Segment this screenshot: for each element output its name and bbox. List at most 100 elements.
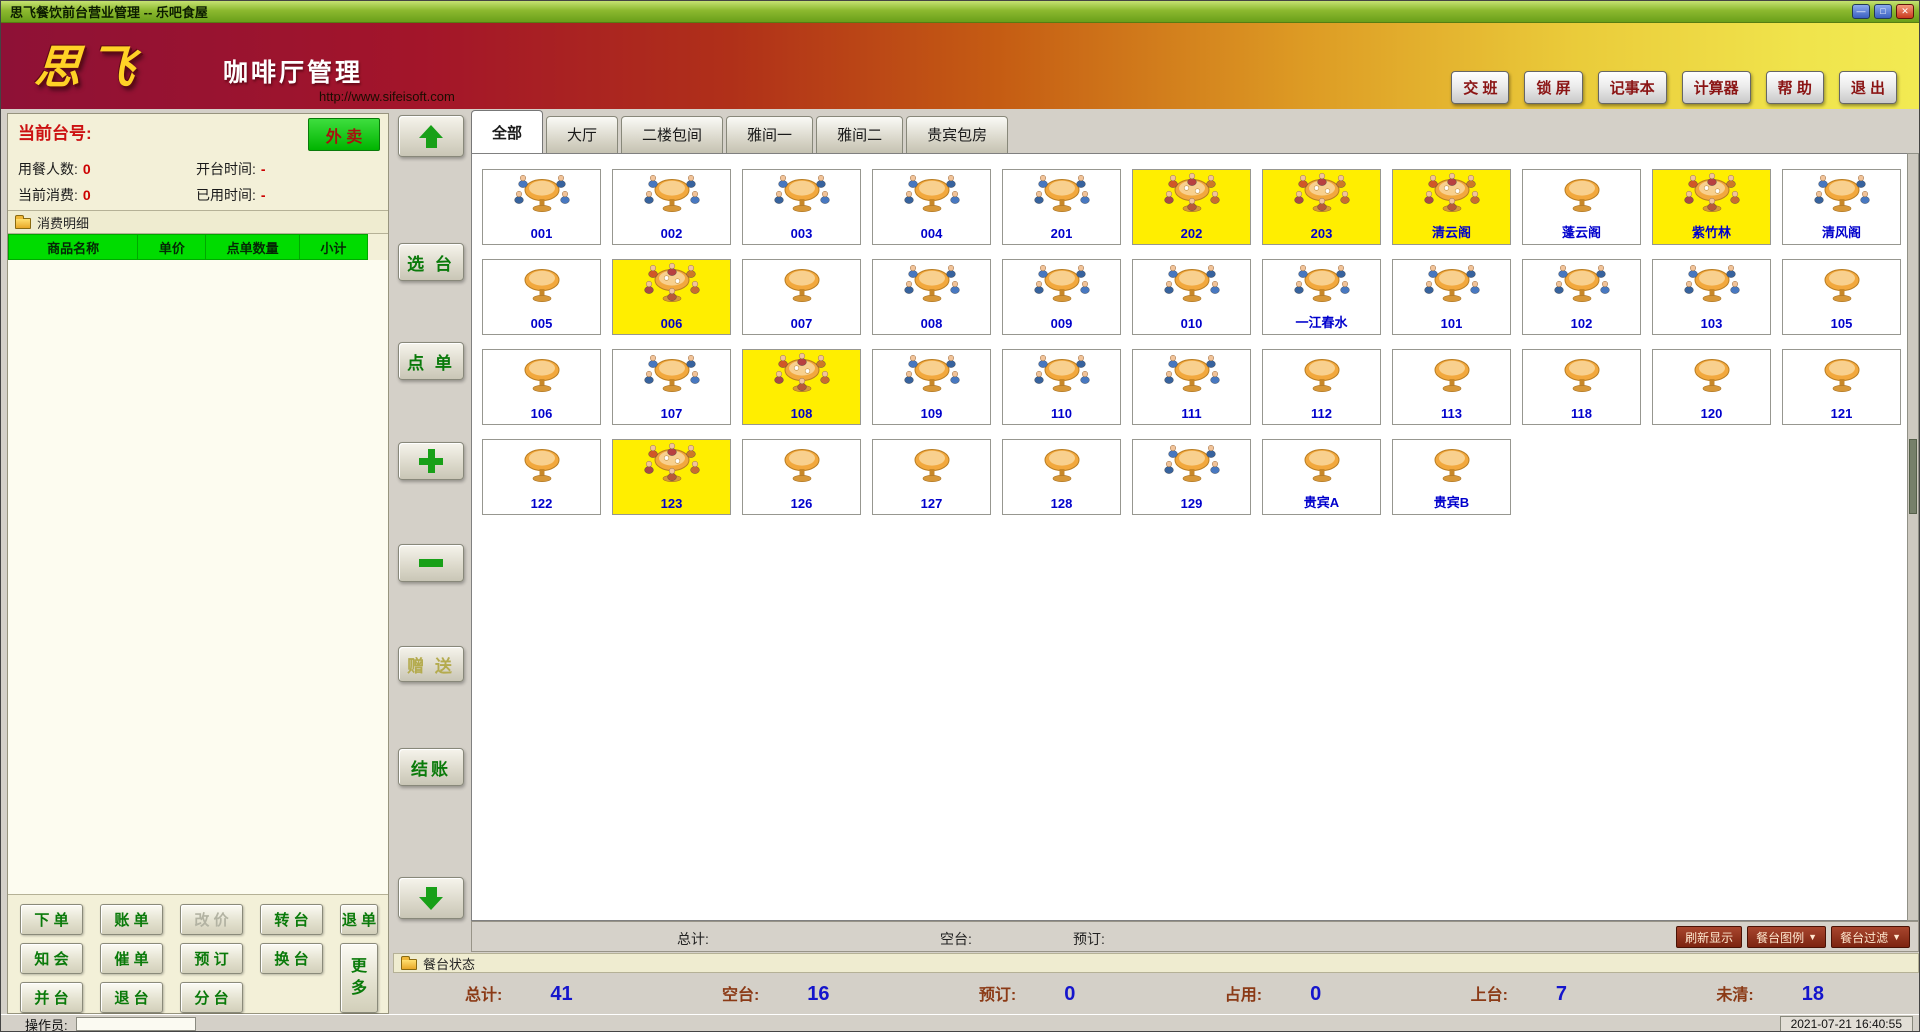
table-card-201[interactable]: 201 [1002,169,1121,245]
shift-change-button[interactable]: 交 班 [1451,71,1509,104]
table-card-009[interactable]: 009 [1002,259,1121,335]
table-info: 用餐人数:0 开台时间:- 当前消费:0 已用时间:- [8,154,388,210]
table-card-122[interactable]: 122 [482,439,601,515]
add-button[interactable] [398,442,464,480]
lock-screen-button[interactable]: 锁 屏 [1524,71,1582,104]
table-card-紫竹林[interactable]: 紫竹林 [1652,169,1771,245]
table-card-112[interactable]: 112 [1262,349,1381,425]
tab-private-room-2[interactable]: 雅间二 [816,116,903,153]
more-button[interactable]: 更多 [340,943,378,1013]
place-order-button[interactable]: 下 单 [20,904,83,935]
table-card-003[interactable]: 003 [742,169,861,245]
table-card-103[interactable]: 103 [1652,259,1771,335]
close-button[interactable]: ✕ [1896,4,1914,19]
table-card-111[interactable]: 111 [1132,349,1251,425]
table-card-蓬云阁[interactable]: 蓬云阁 [1522,169,1641,245]
urge-order-button[interactable]: 催 单 [100,943,163,974]
stat-vacant: 空台:16 [722,981,830,1006]
table-card-一江春水[interactable]: 一江春水 [1262,259,1381,335]
calculator-button[interactable]: 计算器 [1682,71,1751,104]
summary-bar: 总计: 空台: 预订: 刷新显示餐台图例▼餐台过滤▼ [471,921,1919,952]
tab-private-room-1[interactable]: 雅间一 [726,116,813,153]
table-card-001[interactable]: 001 [482,169,601,245]
spend-label: 当前消费: [18,187,78,203]
scroll-up-button[interactable] [398,115,464,157]
diners-label: 用餐人数: [18,161,78,177]
help-button[interactable]: 帮 助 [1766,71,1824,104]
scroll-down-button[interactable] [398,877,464,919]
table-label: 009 [1003,316,1120,331]
reserve-button[interactable]: 预 订 [180,943,243,974]
order-button[interactable]: 点 单 [398,342,464,380]
minus-icon [419,559,443,567]
table-label: 贵宾B [1393,492,1510,511]
tab-hall[interactable]: 大厅 [546,116,618,153]
summary-reserved-label: 预订: [1073,929,1105,949]
table-filter-button[interactable]: 餐台过滤▼ [1831,926,1910,948]
exit-button[interactable]: 退 出 [1839,71,1897,104]
order-item-list[interactable] [8,260,388,895]
refresh-display-button[interactable]: 刷新显示 [1676,926,1742,948]
transfer-table-button[interactable]: 转 台 [260,904,323,935]
split-table-button[interactable]: 分 台 [180,982,243,1013]
table-card-106[interactable]: 106 [482,349,601,425]
release-table-button[interactable]: 退 台 [100,982,163,1013]
table-card-120[interactable]: 120 [1652,349,1771,425]
table-card-010[interactable]: 010 [1132,259,1251,335]
table-card-清云阁[interactable]: 清云阁 [1392,169,1511,245]
table-card-102[interactable]: 102 [1522,259,1641,335]
minimize-button[interactable]: — [1852,4,1870,19]
folder-icon [15,218,31,229]
table-card-123[interactable]: 123 [612,439,731,515]
tab-vip-rooms[interactable]: 贵宾包房 [906,116,1008,153]
takeout-button[interactable]: 外 卖 [308,118,380,151]
notepad-button[interactable]: 记事本 [1598,71,1667,104]
table-card-008[interactable]: 008 [872,259,991,335]
table-card-127[interactable]: 127 [872,439,991,515]
table-card-贵宾B[interactable]: 贵宾B [1392,439,1511,515]
notify-button[interactable]: 知 会 [20,943,83,974]
table-card-108[interactable]: 108 [742,349,861,425]
occupied-table-icon [514,173,570,216]
table-card-121[interactable]: 121 [1782,349,1901,425]
table-card-126[interactable]: 126 [742,439,861,515]
table-card-贵宾A[interactable]: 贵宾A [1262,439,1381,515]
table-card-105[interactable]: 105 [1782,259,1901,335]
table-card-128[interactable]: 128 [1002,439,1121,515]
table-card-002[interactable]: 002 [612,169,731,245]
table-card-005[interactable]: 005 [482,259,601,335]
table-card-101[interactable]: 101 [1392,259,1511,335]
table-card-202[interactable]: 202 [1132,169,1251,245]
table-card-129[interactable]: 129 [1132,439,1251,515]
table-card-004[interactable]: 004 [872,169,991,245]
select-table-button[interactable]: 选 台 [398,243,464,281]
table-card-203[interactable]: 203 [1262,169,1381,245]
merge-table-button[interactable]: 并 台 [20,982,83,1013]
summary-vacant-label: 空台: [940,929,972,949]
diners-value: 0 [83,161,91,177]
table-card-007[interactable]: 007 [742,259,861,335]
table-card-110[interactable]: 110 [1002,349,1121,425]
switch-table-button[interactable]: 换 台 [260,943,323,974]
action-buttons: 下 单账 单改 价转 台退 单知 会催 单预 订换 台并 台退 台分 台更多 [8,895,388,1013]
table-card-107[interactable]: 107 [612,349,731,425]
tab-second-floor-rooms[interactable]: 二楼包间 [621,116,723,153]
subtract-button[interactable] [398,544,464,582]
table-card-109[interactable]: 109 [872,349,991,425]
occupied-table-icon [1034,173,1090,216]
table-card-清风阁[interactable]: 清风阁 [1782,169,1901,245]
table-card-118[interactable]: 118 [1522,349,1641,425]
table-legend-button[interactable]: 餐台图例▼ [1747,926,1826,948]
scrollbar-thumb[interactable] [1909,439,1917,514]
table-card-113[interactable]: 113 [1392,349,1511,425]
vertical-scrollbar[interactable] [1907,153,1919,921]
maximize-button[interactable]: □ [1874,4,1892,19]
tab-all[interactable]: 全部 [471,110,543,153]
detail-title: 消费明细 [37,213,89,232]
bill-button[interactable]: 账 单 [100,904,163,935]
checkout-button[interactable]: 结账 [398,748,464,786]
table-label: 106 [483,406,600,421]
table-card-006[interactable]: 006 [612,259,731,335]
occupied-table-icon [1164,263,1220,306]
cancel-order-button[interactable]: 退 单 [340,904,378,935]
